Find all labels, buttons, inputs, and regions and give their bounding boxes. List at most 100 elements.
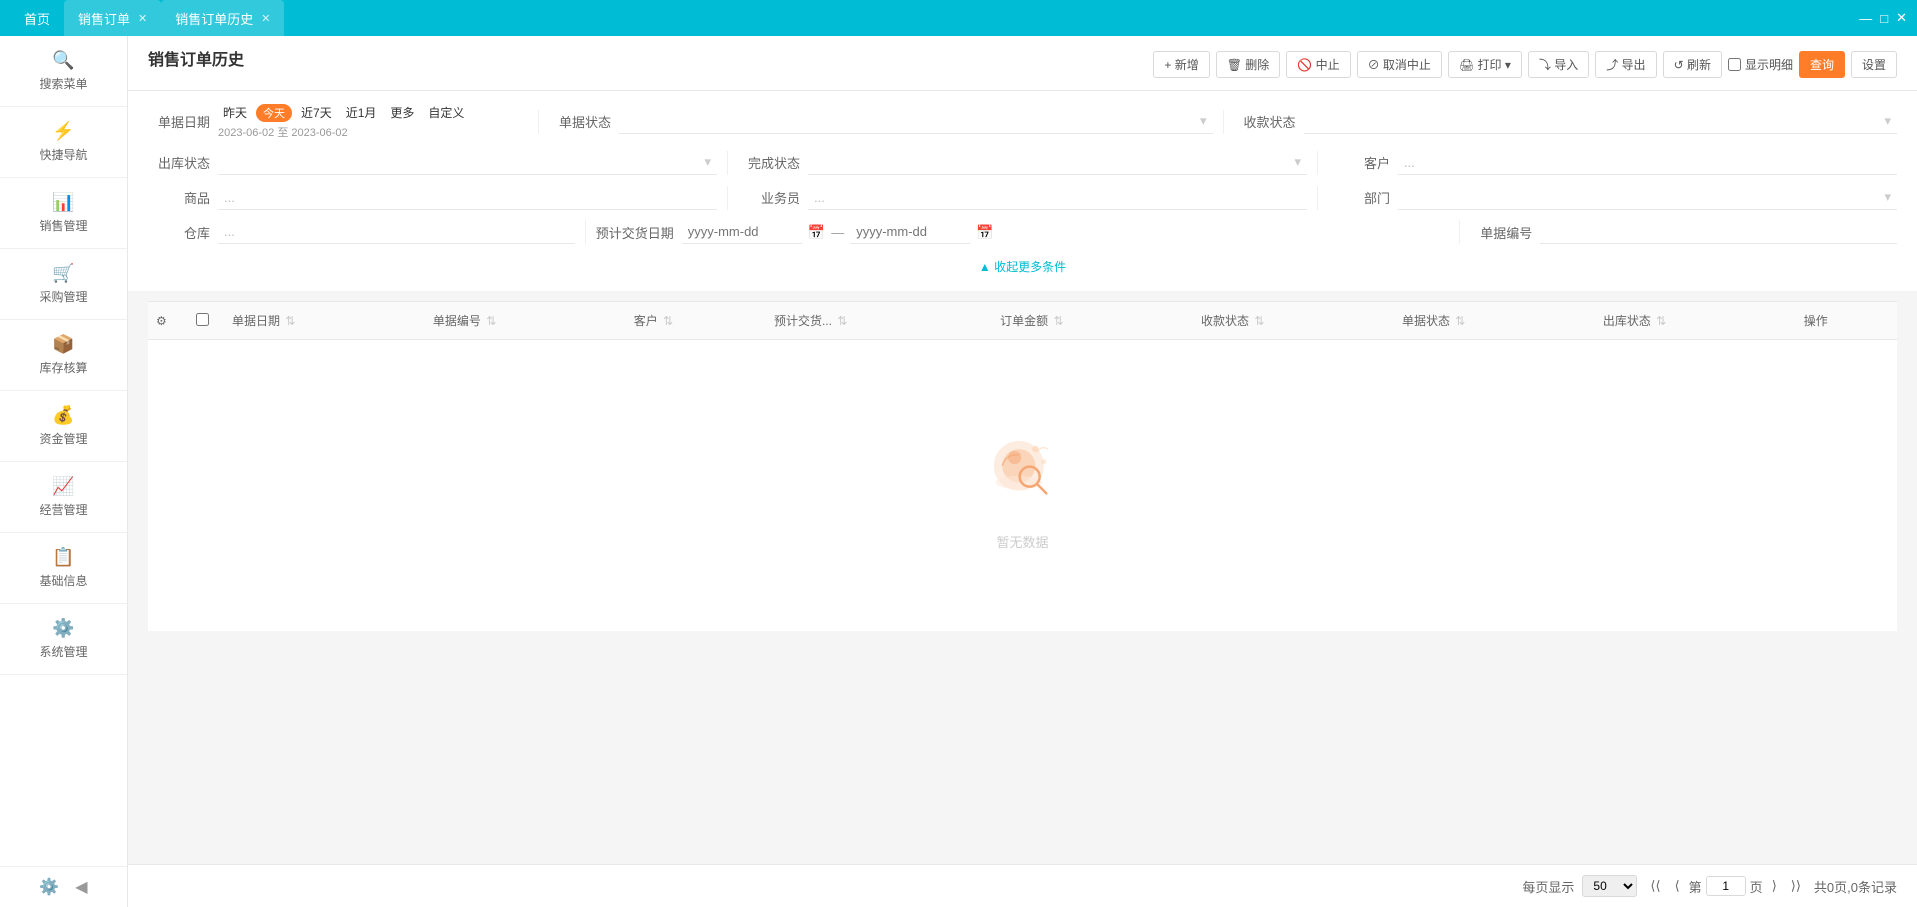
doc-status-col-header[interactable]: 单据状态 ⇅ bbox=[1394, 302, 1595, 340]
tab-sales-order-history-label: 销售订单历史 bbox=[175, 9, 253, 28]
customer-col-header[interactable]: 客户 ⇅ bbox=[626, 302, 766, 340]
sidebar-item-quick-nav[interactable]: ⚡ 快捷导航 bbox=[0, 107, 127, 178]
sidebar: 🔍 搜索菜单 ⚡ 快捷导航 📊 销售管理 🛒 采购管理 📦 库存核算 💰 资金管… bbox=[0, 36, 128, 907]
settings-button[interactable]: 设置 bbox=[1851, 51, 1897, 78]
warehouse-status-label: 出库状态 bbox=[148, 153, 218, 172]
close-sales-order-tab-icon[interactable]: ✕ bbox=[138, 12, 147, 25]
expected-date-col-header[interactable]: 预计交货... ⇅ bbox=[766, 302, 992, 340]
date-btn-1month[interactable]: 近1月 bbox=[341, 103, 382, 122]
cancel-stop-button[interactable]: ⊘ 取消中止 bbox=[1357, 51, 1442, 78]
order-no-col-header[interactable]: 单据编号 ⇅ bbox=[425, 302, 626, 340]
page-unit: 页 bbox=[1750, 877, 1763, 896]
sidebar-item-finance[interactable]: 💰 资金管理 bbox=[0, 391, 127, 462]
prev-page-button[interactable]: ⟨ bbox=[1670, 876, 1685, 896]
warehouse-status-select[interactable]: ▾ bbox=[218, 150, 717, 175]
sidebar-collapse-icon[interactable]: ◀ bbox=[75, 877, 87, 897]
doc-status-select[interactable]: ▾ bbox=[619, 109, 1213, 134]
empty-state: 暂无数据 bbox=[148, 340, 1897, 631]
order-no-col-label: 单据编号 bbox=[433, 314, 481, 328]
date-btn-custom[interactable]: 自定义 bbox=[423, 103, 469, 122]
receipt-status-label: 收款状态 bbox=[1234, 112, 1304, 131]
close-button[interactable]: ✕ bbox=[1896, 10, 1907, 26]
maximize-button[interactable]: □ bbox=[1880, 11, 1888, 26]
page-input[interactable] bbox=[1706, 876, 1746, 896]
sidebar-item-sales-mgmt[interactable]: 📊 销售管理 bbox=[0, 178, 127, 249]
sidebar-item-search-menu[interactable]: 🔍 搜索菜单 bbox=[0, 36, 127, 107]
filter-row-4: 仓库 ... 预计交货日期 📅 — 📅 bbox=[148, 220, 1897, 244]
display-toggle-checkbox[interactable] bbox=[1728, 58, 1741, 71]
page-label: 第 bbox=[1689, 877, 1702, 896]
new-button[interactable]: + 新增 bbox=[1153, 51, 1209, 78]
filter-complete-status: 完成状态 ▾ bbox=[738, 150, 1307, 175]
date-btn-today[interactable]: 今天 bbox=[256, 104, 292, 122]
query-button[interactable]: 查询 bbox=[1799, 51, 1845, 78]
last-page-button[interactable]: ⟩⟩ bbox=[1786, 876, 1806, 896]
order-no-input[interactable] bbox=[1540, 220, 1897, 244]
chevron-down-icon: ▾ bbox=[1884, 189, 1891, 205]
department-select[interactable]: ▾ bbox=[1398, 185, 1897, 210]
salesperson-field[interactable]: ... bbox=[808, 186, 1307, 210]
display-toggle[interactable]: 显示明细 bbox=[1728, 56, 1793, 73]
sidebar-item-sys-mgmt[interactable]: ⚙️ 系统管理 bbox=[0, 604, 127, 675]
expected-date-from[interactable] bbox=[682, 220, 802, 244]
checkbox-col-header[interactable] bbox=[188, 302, 224, 340]
tab-home[interactable]: 首页 bbox=[10, 0, 64, 36]
refresh-button[interactable]: ↺ 刷新 bbox=[1663, 51, 1722, 78]
empty-text: 暂无数据 bbox=[996, 532, 1048, 551]
amount-sort-icon: ⇅ bbox=[1054, 314, 1064, 328]
table-header-row: ⚙ 单据日期 ⇅ 单据编号 ⇅ 客户 ⇅ bbox=[148, 302, 1897, 340]
import-button[interactable]: ⤵ 导入 bbox=[1528, 51, 1589, 78]
first-page-button[interactable]: ⟨⟨ bbox=[1645, 876, 1665, 896]
chevron-down-icon: ▾ bbox=[1884, 113, 1891, 129]
data-table: ⚙ 单据日期 ⇅ 单据编号 ⇅ 客户 ⇅ bbox=[148, 301, 1897, 631]
date-btn-more[interactable]: 更多 bbox=[385, 103, 419, 122]
sidebar-item-operations[interactable]: 📈 经营管理 bbox=[0, 462, 127, 533]
tab-sales-order[interactable]: 销售订单 ✕ bbox=[64, 0, 161, 36]
chevron-down-icon: ▾ bbox=[1294, 154, 1301, 170]
date-btn-yesterday[interactable]: 昨天 bbox=[218, 103, 252, 122]
receipt-status-select[interactable]: ▾ bbox=[1304, 109, 1898, 134]
print-button[interactable]: 🖨 打印 ▾ bbox=[1448, 51, 1522, 78]
sidebar-item-label: 经营管理 bbox=[39, 501, 87, 518]
amount-col-header[interactable]: 订单金额 ⇅ bbox=[992, 302, 1193, 340]
date-range-value: 2023-06-02 至 2023-06-02 bbox=[218, 124, 469, 140]
minimize-button[interactable]: — bbox=[1859, 11, 1872, 26]
divider bbox=[1317, 186, 1318, 210]
filter-warehouse: 仓库 ... bbox=[148, 220, 575, 244]
sidebar-item-basic-info[interactable]: 📋 基础信息 bbox=[0, 533, 127, 604]
expected-date-to[interactable] bbox=[850, 220, 970, 244]
total-records: 共0页,0条记录 bbox=[1814, 877, 1897, 896]
stop-button[interactable]: 🚫 中止 bbox=[1286, 51, 1350, 78]
customer-sort-icon: ⇅ bbox=[663, 314, 673, 328]
receipt-status-col-label: 收款状态 bbox=[1201, 314, 1249, 328]
complete-status-select[interactable]: ▾ bbox=[808, 150, 1307, 175]
divider bbox=[1459, 220, 1460, 244]
calendar-to-icon: 📅 bbox=[976, 224, 993, 241]
delete-button[interactable]: 🗑 删除 bbox=[1216, 51, 1281, 78]
sidebar-item-label: 系统管理 bbox=[39, 643, 87, 660]
customer-field[interactable]: ... bbox=[1398, 151, 1897, 175]
per-page-select[interactable]: 50 10 20 100 bbox=[1582, 875, 1637, 897]
receipt-status-col-header[interactable]: 收款状态 ⇅ bbox=[1193, 302, 1394, 340]
sidebar-settings-icon[interactable]: ⚙️ bbox=[39, 877, 59, 897]
inventory-icon: 📦 bbox=[52, 334, 74, 355]
settings-col-header[interactable]: ⚙ bbox=[148, 302, 188, 340]
content-area: 销售订单历史 + 新增 🗑 删除 🚫 中止 ⊘ 取消中止 🖨 打印 ▾ ⤵ 导入… bbox=[128, 36, 1917, 907]
close-sales-order-history-tab-icon[interactable]: ✕ bbox=[261, 12, 270, 25]
warehouse-status-col-header[interactable]: 出库状态 ⇅ bbox=[1595, 302, 1796, 340]
collapse-filter-btn[interactable]: ▲ 收起更多条件 bbox=[148, 254, 1897, 279]
tab-sales-order-history[interactable]: 销售订单历史 ✕ bbox=[161, 0, 284, 36]
sidebar-item-purchase-mgmt[interactable]: 🛒 采购管理 bbox=[0, 249, 127, 320]
chevron-down-icon: ▾ bbox=[704, 154, 711, 170]
product-field[interactable]: ... bbox=[218, 186, 717, 210]
warehouse-field[interactable]: ... bbox=[218, 220, 575, 244]
date-btn-7days[interactable]: 近7天 bbox=[296, 103, 337, 122]
date-col-header[interactable]: 单据日期 ⇅ bbox=[224, 302, 425, 340]
sidebar-item-inventory[interactable]: 📦 库存核算 bbox=[0, 320, 127, 391]
next-page-button[interactable]: ⟩ bbox=[1767, 876, 1782, 896]
export-button[interactable]: ⤴ 导出 bbox=[1595, 51, 1656, 78]
divider bbox=[727, 186, 728, 210]
sys-mgmt-icon: ⚙️ bbox=[52, 618, 74, 639]
finance-icon: 💰 bbox=[52, 405, 74, 426]
select-all-checkbox[interactable] bbox=[196, 313, 209, 326]
